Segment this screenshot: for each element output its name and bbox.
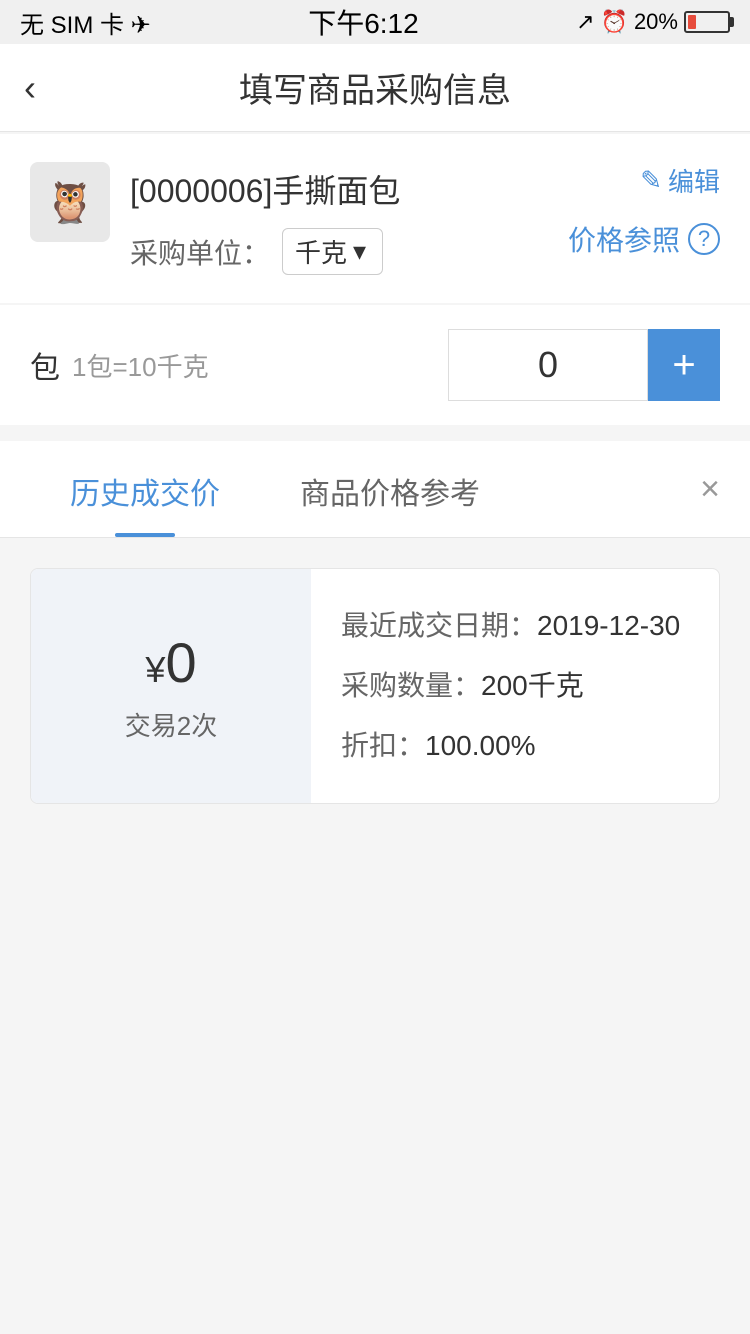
location-icon: ↗ <box>576 9 594 35</box>
battery-fill <box>688 15 696 29</box>
quantity-label-area: 包 1包=10千克 <box>30 343 209 387</box>
transaction-card: ¥0 交易2次 最近成交日期：2019-12-30 采购数量：200千克 折扣：… <box>30 568 720 804</box>
question-icon[interactable]: ? <box>688 223 720 255</box>
price-ref-button[interactable]: 价格参照 ? <box>568 219 720 259</box>
discount-label: 折扣： <box>341 730 425 761</box>
product-name: [0000006]手撕面包 <box>130 166 400 212</box>
currency-symbol: ¥ <box>145 649 165 690</box>
transaction-count: 交易2次 <box>125 706 217 743</box>
owl-icon: 🦉 <box>45 179 95 226</box>
product-right-col: ✎ 编辑 价格参照 ? <box>568 162 720 259</box>
dropdown-icon: ▾ <box>353 236 366 267</box>
product-unit-row: 采购单位： 千克 ▾ <box>130 228 400 275</box>
recent-date-value: 2019-12-30 <box>537 610 680 641</box>
product-section: 🦉 [0000006]手撕面包 采购单位： 千克 ▾ ✎ 编辑 价格参照 <box>0 134 750 303</box>
page-title: 填写商品采购信息 <box>239 63 511 112</box>
tab-price-reference[interactable]: 商品价格参考 <box>260 441 520 537</box>
status-left: 无 SIM 卡 ✈ <box>20 5 151 40</box>
question-mark: ? <box>698 226 710 252</box>
unit-badge: 包 <box>30 343 60 387</box>
quantity-plus-button[interactable]: + <box>648 329 720 401</box>
transaction-summary: ¥0 交易2次 <box>31 569 311 803</box>
product-info: [0000006]手撕面包 采购单位： 千克 ▾ <box>130 162 400 275</box>
recent-date-label: 最近成交日期： <box>341 610 537 641</box>
unit-select-button[interactable]: 千克 ▾ <box>282 228 383 275</box>
transaction-price: ¥0 <box>145 629 196 696</box>
alarm-icon: ⏰ <box>601 9 628 35</box>
tabs-header: 历史成交价 商品价格参考 × <box>0 441 750 537</box>
tabs-section: 历史成交价 商品价格参考 × <box>0 441 750 538</box>
unit-conversion: 1包=10千克 <box>72 347 209 384</box>
status-bar: 无 SIM 卡 ✈ 下午6:12 ↗ ⏰ 20% <box>0 0 750 44</box>
edit-label: 编辑 <box>668 162 720 199</box>
back-button[interactable]: ‹ <box>24 67 36 109</box>
status-right: ↗ ⏰ 20% <box>576 9 730 35</box>
quantity-input[interactable]: 0 <box>448 329 648 401</box>
battery-indicator <box>684 11 730 33</box>
unit-text-label: 采购单位： <box>130 232 270 272</box>
price-value: 0 <box>165 631 196 694</box>
quantity-control: 0 + <box>448 329 720 401</box>
battery-pct: 20% <box>634 9 678 35</box>
unit-value: 千克 <box>295 233 347 270</box>
quantity-value: 200千克 <box>481 670 584 701</box>
status-time: 下午6:12 <box>308 2 419 42</box>
price-ref-label: 价格参照 <box>568 219 680 259</box>
purchase-quantity-row: 采购数量：200千克 <box>341 665 689 707</box>
edit-button[interactable]: ✎ 编辑 <box>640 162 720 199</box>
discount-value: 100.00% <box>425 730 536 761</box>
quantity-label: 采购数量： <box>341 670 481 701</box>
content-area: ¥0 交易2次 最近成交日期：2019-12-30 采购数量：200千克 折扣：… <box>0 538 750 834</box>
transaction-details: 最近成交日期：2019-12-30 采购数量：200千克 折扣：100.00% <box>311 569 719 803</box>
tab-history-price[interactable]: 历史成交价 <box>30 441 260 537</box>
nav-bar: ‹ 填写商品采购信息 <box>0 44 750 132</box>
tabs-group: 历史成交价 商品价格参考 <box>30 441 520 537</box>
tab-close-button[interactable]: × <box>700 470 720 509</box>
product-logo: 🦉 <box>30 162 110 242</box>
discount-row: 折扣：100.00% <box>341 725 689 767</box>
recent-date-row: 最近成交日期：2019-12-30 <box>341 605 689 647</box>
edit-icon: ✎ <box>640 165 662 196</box>
sim-label: 无 SIM 卡 ✈ <box>20 5 151 40</box>
quantity-section: 包 1包=10千克 0 + <box>0 305 750 425</box>
